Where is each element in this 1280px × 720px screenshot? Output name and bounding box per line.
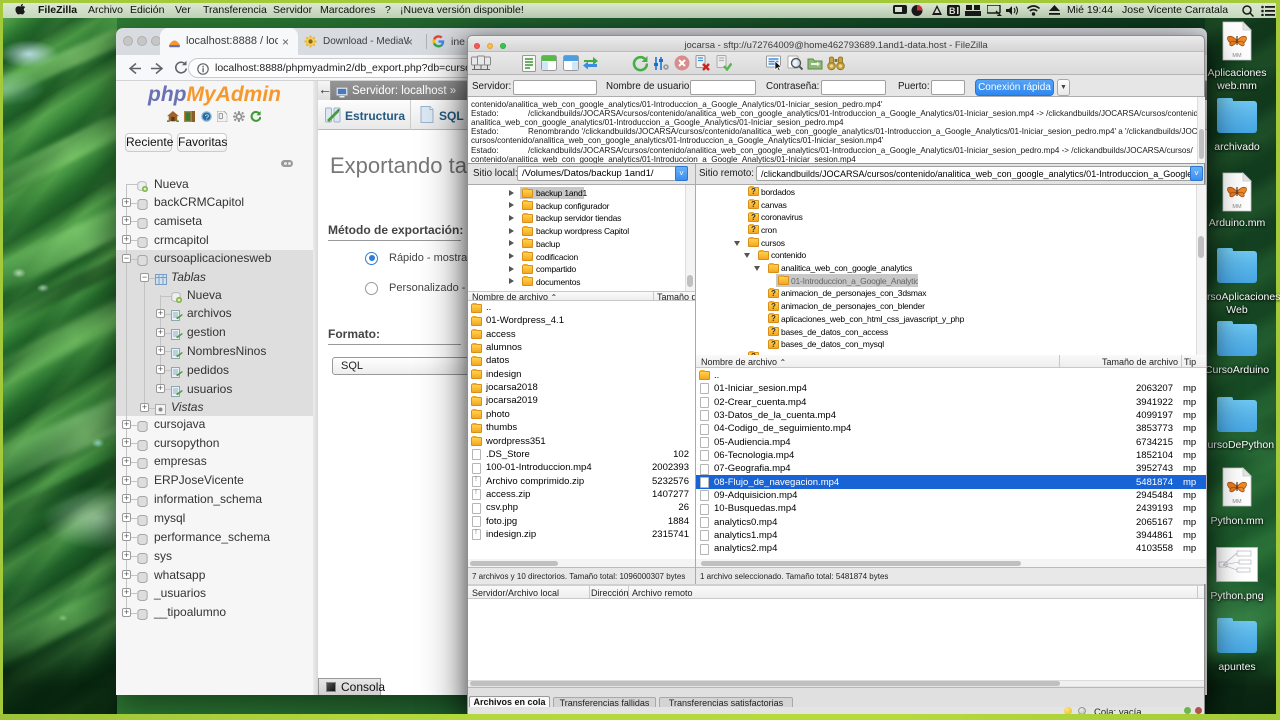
svg-text:MM: MM bbox=[1232, 499, 1242, 505]
svg-text:B: B bbox=[949, 6, 956, 16]
svg-text:MM: MM bbox=[1232, 204, 1242, 210]
svg-text:MM: MM bbox=[1232, 53, 1242, 59]
